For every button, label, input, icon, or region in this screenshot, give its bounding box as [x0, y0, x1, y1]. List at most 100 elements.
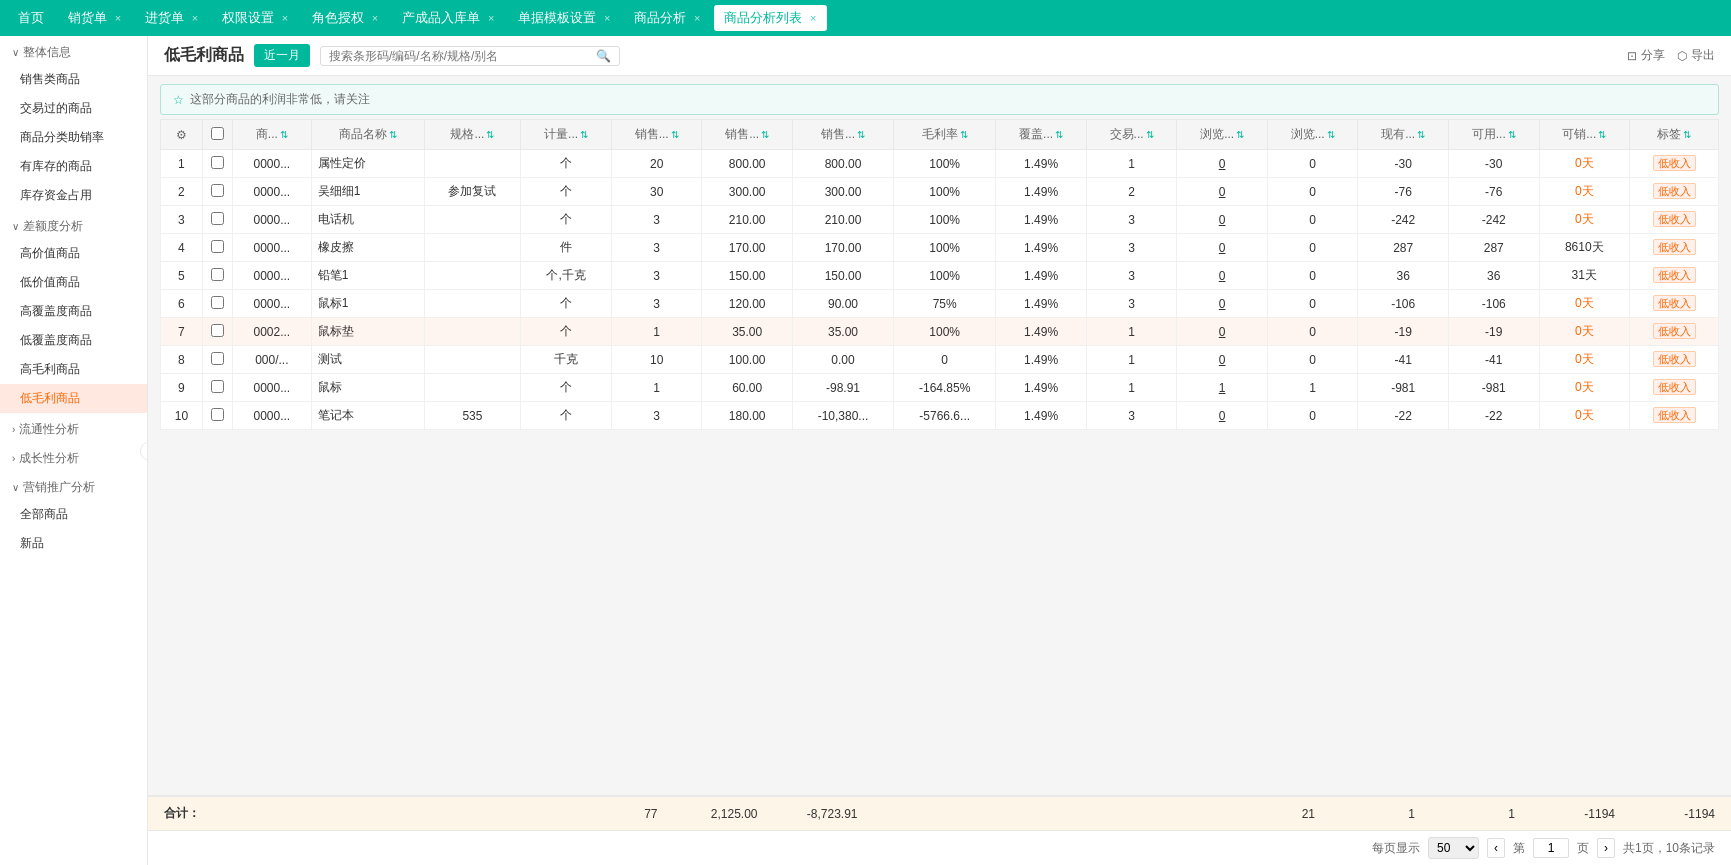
th-tag[interactable]: 标签⇅	[1630, 120, 1719, 150]
share-button[interactable]: ⊡ 分享	[1627, 47, 1665, 64]
sidebar-item-high-value[interactable]: 高价值商品	[0, 239, 147, 268]
nav-role-auth[interactable]: 角色授权 ×	[302, 5, 388, 31]
footer-total: 合计： 77 2,125.00 -8,723.91 21 1 1 -1194 -…	[148, 795, 1731, 830]
row-checkbox[interactable]	[211, 184, 224, 197]
table-container: ⚙ 商...⇅ 商品名称⇅ 规格...⇅ 计量...⇅ 销售...⇅ 销售...…	[148, 119, 1731, 795]
th-name[interactable]: 商品名称⇅	[311, 120, 424, 150]
close-icon[interactable]: ×	[488, 12, 494, 24]
row-sales-qty: 3	[611, 262, 702, 290]
sidebar-item-high-coverage[interactable]: 高覆盖度商品	[0, 297, 147, 326]
nav-permission-settings[interactable]: 权限设置 ×	[212, 5, 298, 31]
row-current-stock: 36	[1358, 262, 1449, 290]
per-page-select[interactable]: 50 100 200	[1428, 837, 1479, 859]
row-sales-qty: 3	[611, 290, 702, 318]
row-unit: 个	[521, 290, 612, 318]
row-current-stock: -22	[1358, 402, 1449, 430]
prev-page-button[interactable]: ‹	[1487, 838, 1505, 858]
sidebar-group-marketing[interactable]: ∨ 营销推广分析	[0, 471, 147, 500]
row-current-stock: -41	[1358, 346, 1449, 374]
close-icon[interactable]: ×	[282, 12, 288, 24]
nav-product-analysis-list[interactable]: 商品分析列表 ×	[714, 5, 826, 31]
row-checkbox[interactable]	[211, 380, 224, 393]
th-unit[interactable]: 计量...⇅	[521, 120, 612, 150]
sidebar-item-low-coverage[interactable]: 低覆盖度商品	[0, 326, 147, 355]
sidebar-group-liquidity[interactable]: › 流通性分析	[0, 413, 147, 442]
th-spec[interactable]: 规格...⇅	[424, 120, 521, 150]
nav-home[interactable]: 首页	[8, 5, 54, 31]
row-checkbox-cell	[202, 178, 232, 206]
search-icon[interactable]: 🔍	[596, 49, 611, 63]
sidebar-item-traded-products[interactable]: 交易过的商品	[0, 94, 147, 123]
sidebar-item-low-margin[interactable]: 低毛利商品	[0, 384, 147, 413]
close-icon[interactable]: ×	[372, 12, 378, 24]
th-sales-price[interactable]: 销售...⇅	[702, 120, 793, 150]
close-icon[interactable]: ×	[192, 12, 198, 24]
th-transaction[interactable]: 交易...⇅	[1086, 120, 1177, 150]
sidebar-item-high-margin[interactable]: 高毛利商品	[0, 355, 147, 384]
row-code: 000/...	[232, 346, 311, 374]
sidebar-item-all-products[interactable]: 全部商品	[0, 500, 147, 529]
sidebar-item-capital-use[interactable]: 库存资金占用	[0, 181, 147, 210]
sidebar-item-new-products[interactable]: 新品	[0, 529, 147, 558]
nav-sales-order[interactable]: 销货单 ×	[58, 5, 131, 31]
row-checkbox-cell	[202, 374, 232, 402]
row-browse2: 0	[1267, 346, 1358, 374]
row-checkbox[interactable]	[211, 352, 224, 365]
sidebar-group-overview[interactable]: ∨ 整体信息	[0, 36, 147, 65]
row-checkbox[interactable]	[211, 240, 224, 253]
th-code[interactable]: 商...⇅	[232, 120, 311, 150]
row-sales-qty: 30	[611, 178, 702, 206]
row-coverage: 1.49%	[996, 262, 1087, 290]
page-title: 低毛利商品	[164, 45, 244, 66]
row-checkbox[interactable]	[211, 268, 224, 281]
th-browse1[interactable]: 浏览...⇅	[1177, 120, 1268, 150]
close-icon[interactable]: ×	[115, 12, 121, 24]
period-button[interactable]: 近一月	[254, 44, 310, 67]
row-browse1: 0	[1177, 402, 1268, 430]
total-available: -1194	[1635, 807, 1715, 821]
nav-product-inbound[interactable]: 产成品入库单 ×	[392, 5, 504, 31]
sidebar-group-margin-analysis[interactable]: ∨ 差额度分析	[0, 210, 147, 239]
table-row: 1 0000... 属性定价 个 20 800.00 800.00 100% 1…	[161, 150, 1719, 178]
nav-template-settings[interactable]: 单据模板设置 ×	[508, 5, 620, 31]
search-input[interactable]	[329, 49, 592, 63]
th-settings[interactable]: ⚙	[161, 120, 203, 150]
close-icon[interactable]: ×	[694, 12, 700, 24]
sidebar-item-sales-products[interactable]: 销售类商品	[0, 65, 147, 94]
total-current-stock: -1194	[1535, 807, 1615, 821]
sidebar-group-growth[interactable]: › 成长性分析	[0, 442, 147, 471]
next-page-button[interactable]: ›	[1597, 838, 1615, 858]
sidebar-item-stock-products[interactable]: 有库存的商品	[0, 152, 147, 181]
row-checkbox[interactable]	[211, 296, 224, 309]
row-browse1: 0	[1177, 290, 1268, 318]
row-browse1: 0	[1177, 346, 1268, 374]
close-icon[interactable]: ×	[604, 12, 610, 24]
th-coverage[interactable]: 覆盖...⇅	[996, 120, 1087, 150]
close-icon[interactable]: ×	[810, 12, 816, 24]
row-checkbox[interactable]	[211, 324, 224, 337]
th-available[interactable]: 可用...⇅	[1448, 120, 1539, 150]
row-sales-amount: 35.00	[792, 318, 893, 346]
th-sales-amount[interactable]: 销售...⇅	[792, 120, 893, 150]
row-sales-amount: 800.00	[792, 150, 893, 178]
nav-purchase-order[interactable]: 进货单 ×	[135, 5, 208, 31]
th-gross-margin[interactable]: 毛利率⇅	[894, 120, 996, 150]
th-sellable[interactable]: 可销...⇅	[1539, 120, 1630, 150]
page-number-input[interactable]	[1533, 838, 1569, 858]
sidebar-item-category-rate[interactable]: 商品分类助销率	[0, 123, 147, 152]
row-sales-amount: 210.00	[792, 206, 893, 234]
th-current-stock[interactable]: 现有...⇅	[1358, 120, 1449, 150]
sidebar-item-low-value[interactable]: 低价值商品	[0, 268, 147, 297]
row-code: 0000...	[232, 178, 311, 206]
th-browse2[interactable]: 浏览...⇅	[1267, 120, 1358, 150]
export-button[interactable]: ⬡ 导出	[1677, 47, 1715, 64]
row-browse2: 0	[1267, 150, 1358, 178]
row-checkbox[interactable]	[211, 212, 224, 225]
select-all-checkbox[interactable]	[211, 127, 224, 140]
th-sales-qty[interactable]: 销售...⇅	[611, 120, 702, 150]
row-name: 电话机	[311, 206, 424, 234]
row-available: -242	[1448, 206, 1539, 234]
row-checkbox[interactable]	[211, 408, 224, 421]
row-checkbox[interactable]	[211, 156, 224, 169]
nav-product-analysis[interactable]: 商品分析 ×	[624, 5, 710, 31]
